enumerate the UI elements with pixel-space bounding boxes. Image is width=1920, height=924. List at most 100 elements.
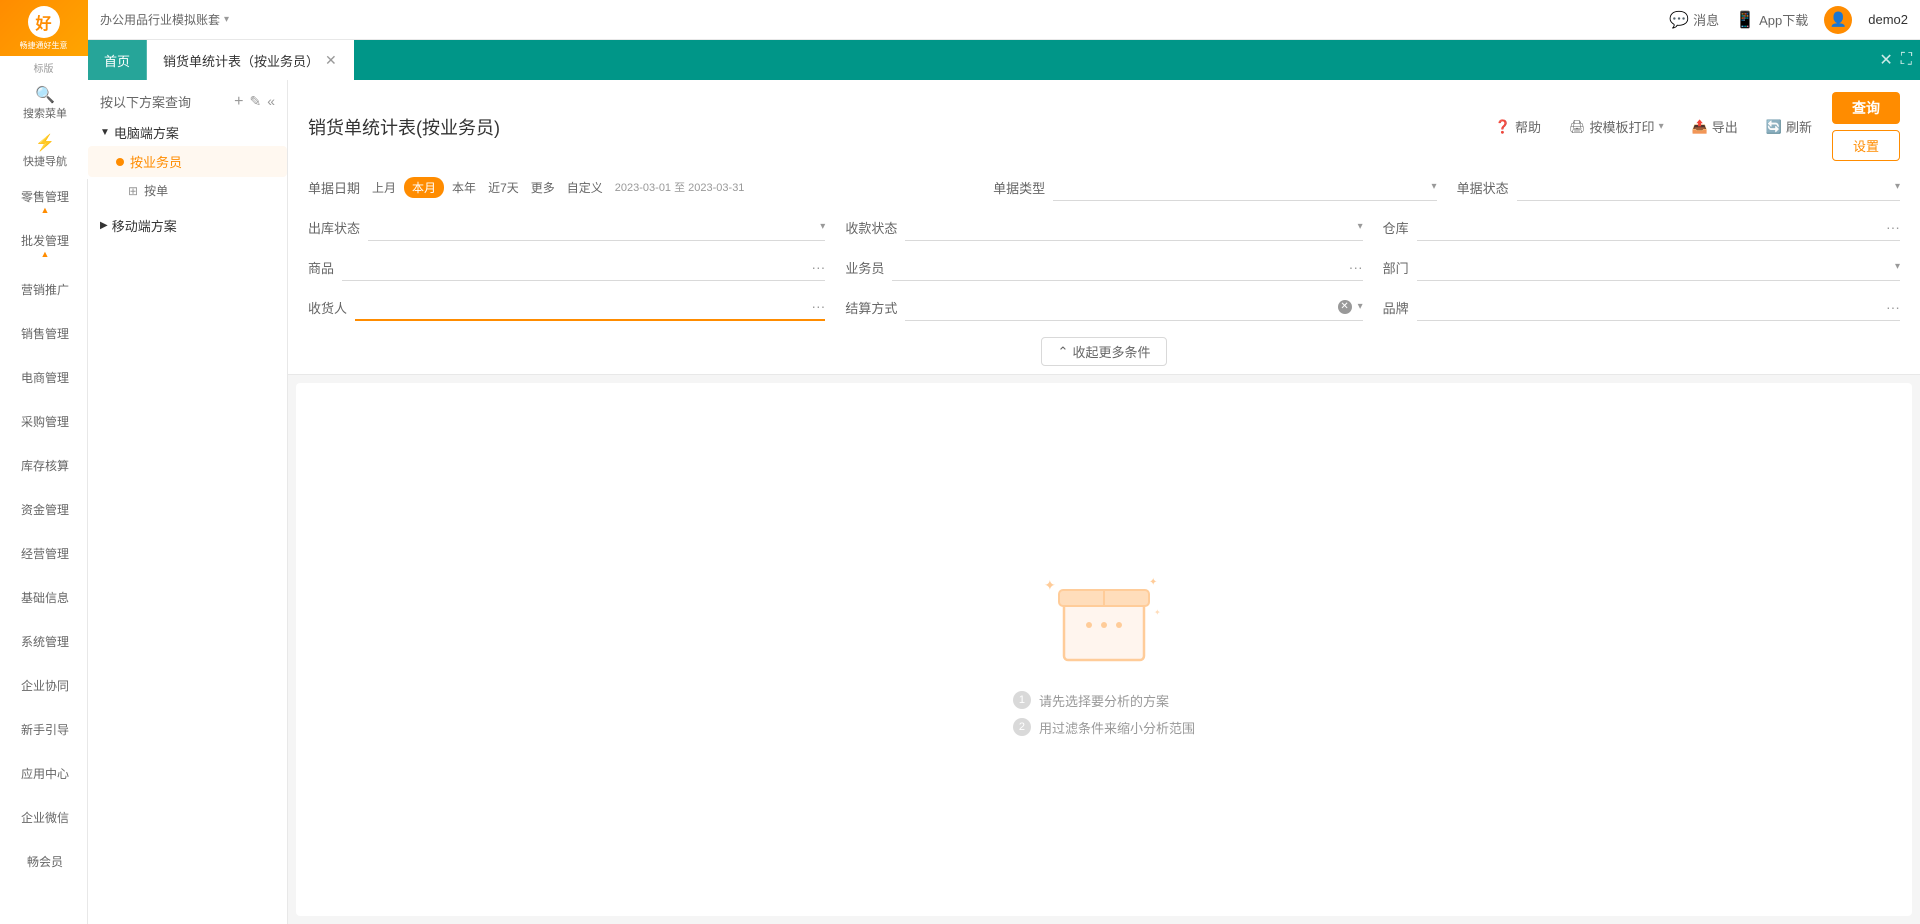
export-btn[interactable]: 📤 导出	[1684, 113, 1746, 140]
filter-brand: 品牌 ···	[1383, 293, 1900, 321]
date-label: 单据日期	[308, 178, 360, 197]
sidebar-item-2[interactable]: 营销推广	[0, 267, 88, 311]
settlement-arrow: ▾	[1358, 301, 1363, 312]
warehouse-dots: ···	[1886, 219, 1900, 235]
warehouse-select[interactable]: ···	[1417, 213, 1900, 241]
left-panel: 按以下方案查询 + ✎ « ▼ 电脑端方案 按业务员 ⊞ 按单	[88, 80, 288, 924]
app-download-label: App下载	[1759, 10, 1808, 29]
order-status-select[interactable]: ▾	[1517, 173, 1900, 201]
scheme-section-mobile-title[interactable]: ▶ 移动端方案	[88, 212, 287, 239]
date-range: 2023-03-01 至 2023-03-31	[615, 179, 745, 195]
date-tab-more[interactable]: 更多	[527, 177, 559, 198]
svg-text:✦: ✦	[1044, 577, 1056, 593]
tab-spacer	[354, 40, 1872, 80]
pay-status-arrow: ▾	[1358, 221, 1363, 232]
goods-select[interactable]: ···	[342, 253, 825, 281]
brand-select[interactable]: ···	[1417, 293, 1900, 321]
collapse-panel-btn[interactable]: «	[267, 93, 275, 111]
svg-text:✦: ✦	[1149, 577, 1157, 588]
pay-status-select[interactable]: ▾	[905, 213, 1362, 241]
add-scheme-btn[interactable]: +	[234, 93, 243, 111]
help-btn[interactable]: ❓ 帮助	[1487, 113, 1549, 140]
sidebar-item-0[interactable]: 零售管理▲	[0, 179, 88, 223]
tab-close-btn[interactable]: ✕	[325, 53, 337, 67]
app-icon: 📱	[1735, 10, 1755, 30]
query-button[interactable]: 查询	[1832, 92, 1900, 124]
date-tab-thismonth[interactable]: 本月	[404, 177, 444, 198]
tab-expand-btn[interactable]: ⛶	[1901, 51, 1912, 69]
page-title: 销货单统计表(按业务员)	[308, 114, 500, 140]
receiver-select[interactable]: ···	[355, 293, 825, 321]
tab-home[interactable]: 首页	[88, 40, 147, 80]
print-icon: 🖨	[1569, 119, 1586, 135]
print-btn[interactable]: 🖨 按模板打印 ▾	[1561, 113, 1672, 140]
sidebar-item-12[interactable]: 新手引导	[0, 707, 88, 751]
department-select[interactable]: ▾	[1417, 253, 1900, 281]
top-nav-right: 💬 消息 📱 App下载 👤 demo2	[1669, 6, 1908, 34]
sidebar-item-7[interactable]: 资金管理	[0, 487, 88, 531]
order-type-label: 单据类型	[993, 178, 1045, 197]
filter-row-3: 商品 ··· 业务员 ···	[308, 253, 1900, 281]
date-filter: 上月 本月 本年 近7天 更多 自定义 2023-03-01 至 2023-03…	[368, 177, 973, 198]
system-dropdown-arrow[interactable]: ▾	[224, 14, 229, 25]
collapse-btn[interactable]: ⌃ 收起更多条件	[1041, 337, 1168, 366]
scheme-item-salesperson[interactable]: 按业务员	[88, 146, 287, 177]
tab-bar: 首页 销货单统计表（按业务员） ✕ ✕ ⛶	[88, 40, 1920, 80]
empty-hint-2: 2 用过滤条件来缩小分析范围	[1013, 718, 1195, 737]
sidebar-item-10[interactable]: 系统管理	[0, 619, 88, 663]
sidebar-search[interactable]: 🔍 搜索菜单	[0, 79, 88, 127]
sidebar-item-13[interactable]: 应用中心	[0, 751, 88, 795]
order-type-arrow: ▾	[1432, 181, 1437, 192]
sidebar-item-11[interactable]: 企业协同	[0, 663, 88, 707]
home-label: 首页	[104, 51, 130, 70]
hint-num-2: 2	[1013, 718, 1031, 736]
logo[interactable]: 好 畅捷通好生意	[0, 0, 88, 56]
tab-close-all-btn[interactable]: ✕	[1879, 50, 1892, 70]
mobile-section-label: 移动端方案	[112, 216, 177, 235]
scheme-section-desktop-title[interactable]: ▼ 电脑端方案	[88, 119, 287, 146]
empty-hint-1: 1 请先选择要分析的方案	[1013, 691, 1195, 710]
sidebar-item-5[interactable]: 采购管理	[0, 399, 88, 443]
message-btn[interactable]: 💬 消息	[1669, 10, 1719, 30]
sidebar-item-9[interactable]: 基础信息	[0, 575, 88, 619]
scheme-item-order[interactable]: ⊞ 按单	[88, 177, 287, 204]
sidebar-item-8[interactable]: 经营管理	[0, 531, 88, 575]
tab-report[interactable]: 销货单统计表（按业务员） ✕	[147, 40, 354, 80]
filter-pay-status: 收款状态 ▾	[845, 213, 1382, 241]
sidebar-item-1[interactable]: 批发管理▲	[0, 223, 88, 267]
avatar[interactable]: 👤	[1824, 6, 1852, 34]
out-status-select[interactable]: ▾	[368, 213, 825, 241]
right-content: 销货单统计表(按业务员) ❓ 帮助 🖨 按模板打印 ▾ 📤	[288, 80, 1920, 924]
date-tab-custom[interactable]: 自定义	[563, 177, 607, 198]
department-label: 部门	[1383, 258, 1409, 277]
app-download-btn[interactable]: 📱 App下载	[1735, 10, 1808, 30]
out-status-arrow: ▾	[820, 221, 825, 232]
sidebar-item-15[interactable]: 畅会员	[0, 839, 88, 883]
sidebar-item-3[interactable]: 销售管理	[0, 311, 88, 355]
goods-label: 商品	[308, 258, 334, 277]
settlement-select[interactable]: ✕ ▾	[905, 293, 1362, 321]
system-name: 办公用品行业模拟账套	[100, 11, 220, 28]
sidebar-item-14[interactable]: 企业微信	[0, 795, 88, 839]
refresh-btn[interactable]: 🔄 刷新	[1758, 113, 1820, 140]
sidebar-item-4[interactable]: 电商管理	[0, 355, 88, 399]
department-arrow: ▾	[1895, 261, 1900, 272]
export-label: 导出	[1712, 117, 1738, 136]
scheme-label: 按业务员	[130, 152, 182, 171]
edit-scheme-btn[interactable]: ✎	[249, 93, 261, 111]
date-tab-thisyear[interactable]: 本年	[448, 177, 480, 198]
order-type-select[interactable]: ▾	[1053, 173, 1436, 201]
settlement-clear-btn[interactable]: ✕	[1338, 300, 1352, 314]
sidebar-item-6[interactable]: 库存核算	[0, 443, 88, 487]
print-dropdown-arrow[interactable]: ▾	[1659, 121, 1664, 132]
sub-scheme-label: 按单	[144, 182, 168, 199]
date-tab-7days[interactable]: 近7天	[484, 177, 523, 198]
settings-button[interactable]: 设置	[1832, 130, 1900, 161]
sidebar-quick-nav[interactable]: ⚡ 快捷导航	[0, 127, 88, 175]
main-area: 办公用品行业模拟账套 ▾ 💬 消息 📱 App下载 👤 demo2 首页 销货单…	[88, 0, 1920, 924]
salesperson-select[interactable]: ···	[892, 253, 1362, 281]
page-title-row: 销货单统计表(按业务员) ❓ 帮助 🖨 按模板打印 ▾ 📤	[308, 92, 1900, 161]
empty-state: ✦ ✦ ✦ 1 请先选择要分析的方案 2	[296, 383, 1912, 916]
date-tab-lastmonth[interactable]: 上月	[368, 177, 400, 198]
svg-text:✦: ✦	[1154, 608, 1161, 617]
